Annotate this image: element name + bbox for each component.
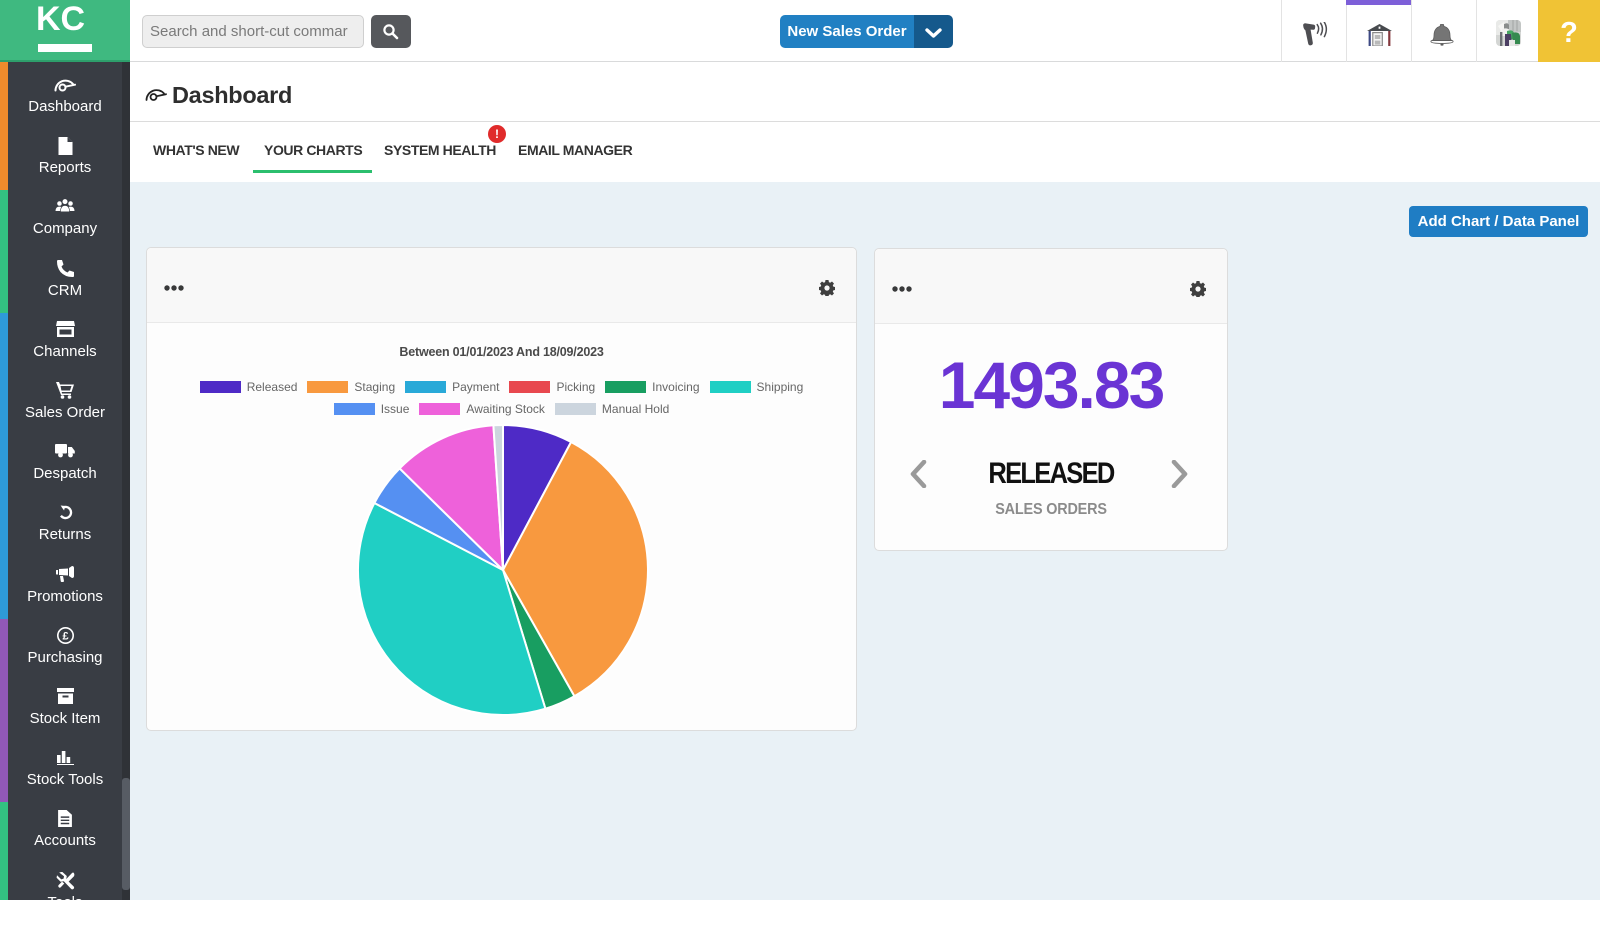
svg-text:£: £ [62, 630, 68, 642]
